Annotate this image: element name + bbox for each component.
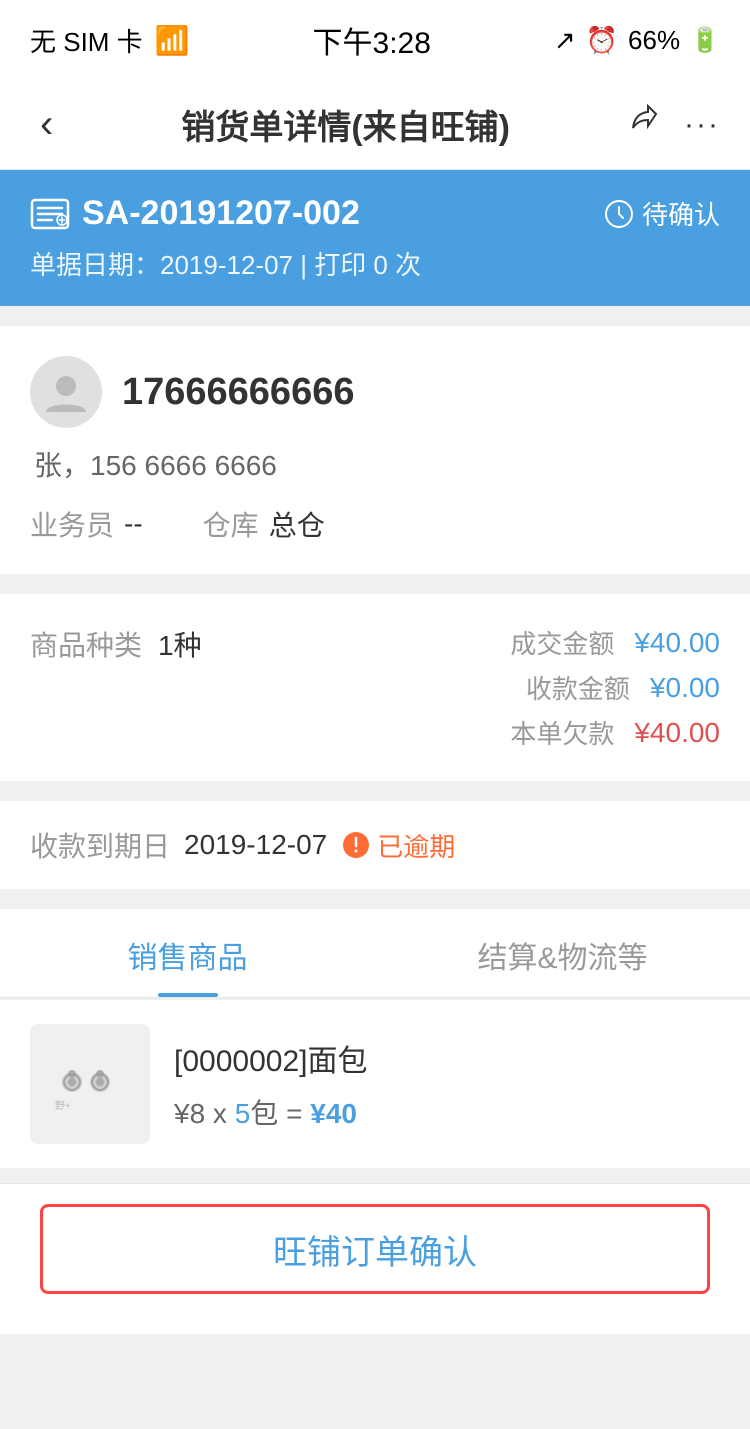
customer-card: 17666666666 张，156 6666 6666 业务员 -- 仓库 总仓 <box>0 326 750 574</box>
page-title: 销货单详情(来自旺铺) <box>181 100 510 149</box>
warehouse-label: 仓库 <box>203 504 259 544</box>
order-date: 单据日期：2019-12-07 | 打印 0 次 <box>30 245 720 282</box>
summary-row: 商品种类 1种 成交金额 ¥40.00 收款金额 ¥0.00 本单欠款 ¥40.… <box>30 624 720 751</box>
location-icon: ↗ <box>554 25 576 56</box>
overdue-text: 已逾期 <box>377 827 455 864</box>
amount-value-3: ¥40.00 <box>634 717 720 749</box>
type-value: 1种 <box>158 624 202 664</box>
bottom-bar: 旺铺订单确认 <box>0 1183 750 1334</box>
product-list: 野+ [0000002]面包 ¥8 x 5包 = ¥40 <box>0 1000 750 1169</box>
overdue-badge: 已逾期 <box>341 827 455 864</box>
amount-label-1: 成交金额 <box>510 624 614 661</box>
order-id: SA-20191207-002 <box>30 194 360 233</box>
amount-value-1: ¥40.00 <box>634 627 720 659</box>
customer-phone: 17666666666 <box>122 371 354 414</box>
wifi-icon: 📶 <box>155 24 190 57</box>
amount-row-2: 收款金额 ¥0.00 <box>526 669 720 706</box>
amount-value-2: ¥0.00 <box>650 672 720 704</box>
avatar <box>30 356 102 428</box>
status-time: 下午3:28 <box>313 18 431 62</box>
tabs-bar: 销售商品 结算&物流等 <box>0 909 750 998</box>
order-header-top: SA-20191207-002 待确认 <box>30 194 720 233</box>
status-bar: 无 SIM 卡 📶 下午3:28 ↗ ⏰ 66% 🔋 <box>0 0 750 80</box>
salesperson-value: -- <box>124 508 143 540</box>
product-qty: 5 <box>235 1098 251 1129</box>
salesperson-label: 业务员 <box>30 504 114 544</box>
tab-settlement[interactable]: 结算&物流等 <box>375 909 750 997</box>
product-name: [0000002]面包 <box>174 1036 720 1080</box>
due-date-card: 收款到期日 2019-12-07 已逾期 <box>0 801 750 889</box>
battery-label: 66% <box>628 25 680 56</box>
type-label: 商品种类 <box>30 624 142 664</box>
amount-label-3: 本单欠款 <box>510 714 614 751</box>
customer-meta: 业务员 -- 仓库 总仓 <box>30 504 720 544</box>
product-thumbnail: 野+ <box>30 1024 150 1144</box>
nav-actions: ··· <box>628 102 720 147</box>
warehouse-value: 总仓 <box>269 504 325 544</box>
svg-text:野+: 野+ <box>55 1100 71 1112</box>
summary-right: 成交金额 ¥40.00 收款金额 ¥0.00 本单欠款 ¥40.00 <box>510 624 720 751</box>
table-row: 野+ [0000002]面包 ¥8 x 5包 = ¥40 <box>0 1000 750 1169</box>
product-price-formula: ¥8 x 5包 = ¥40 <box>174 1092 720 1132</box>
confirm-button[interactable]: 旺铺订单确认 <box>40 1204 710 1294</box>
status-right: ↗ ⏰ 66% 🔋 <box>554 25 720 56</box>
alarm-icon: ⏰ <box>586 25 618 56</box>
nav-bar: ‹ 销货单详情(来自旺铺) ··· <box>0 80 750 170</box>
amount-label-2: 收款金额 <box>526 669 630 706</box>
due-date-label: 收款到期日 <box>30 825 170 865</box>
customer-name: 张，156 6666 6666 <box>30 444 720 484</box>
amount-row-3: 本单欠款 ¥40.00 <box>510 714 720 751</box>
salesperson-item: 业务员 -- <box>30 504 143 544</box>
more-button[interactable]: ··· <box>684 108 720 142</box>
order-status: 待确认 <box>604 195 720 232</box>
due-date-value: 2019-12-07 <box>184 829 327 861</box>
summary-card: 商品种类 1种 成交金额 ¥40.00 收款金额 ¥0.00 本单欠款 ¥40.… <box>0 594 750 781</box>
status-left: 无 SIM 卡 📶 <box>30 22 190 59</box>
customer-top: 17666666666 <box>30 356 720 428</box>
carrier-label: 无 SIM 卡 <box>30 22 143 59</box>
share-button[interactable] <box>628 102 664 147</box>
battery-icon: 🔋 <box>690 26 720 55</box>
back-button[interactable]: ‹ <box>30 92 63 157</box>
warehouse-item: 仓库 总仓 <box>203 504 325 544</box>
tab-sales-products[interactable]: 销售商品 <box>0 909 375 997</box>
product-info: [0000002]面包 ¥8 x 5包 = ¥40 <box>174 1036 720 1132</box>
product-total: ¥40 <box>310 1098 357 1129</box>
summary-left: 商品种类 1种 <box>30 624 202 664</box>
order-header: SA-20191207-002 待确认 单据日期：2019-12-07 | 打印… <box>0 170 750 306</box>
amount-row-1: 成交金额 ¥40.00 <box>510 624 720 661</box>
